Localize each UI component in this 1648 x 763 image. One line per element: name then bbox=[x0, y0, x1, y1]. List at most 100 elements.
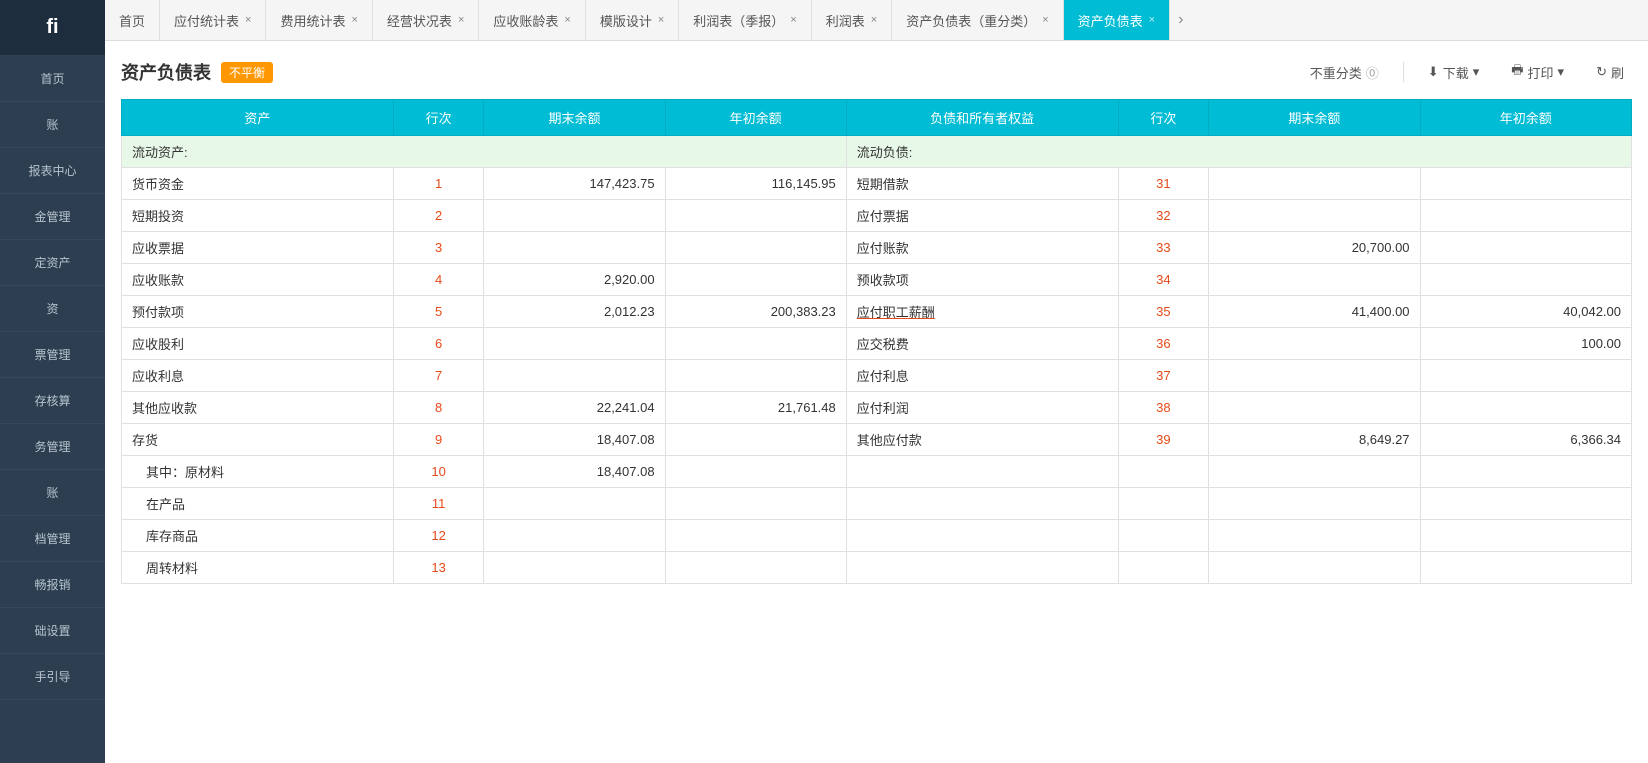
cell-begin-left bbox=[665, 456, 846, 488]
sidebar: fi 首页 账 报表中心 金管理 定资产 资 票管理 存核算 务管理 账 档管理… bbox=[0, 0, 105, 763]
tab-template-design[interactable]: 模版设计 × bbox=[586, 0, 679, 40]
sidebar-item-fund-mgmt[interactable]: 金管理 bbox=[0, 194, 105, 240]
sidebar-item-ticket-mgmt[interactable]: 票管理 bbox=[0, 332, 105, 378]
tab-income-quarterly-close[interactable]: × bbox=[790, 14, 796, 26]
cell-end-left: 147,423.75 bbox=[484, 168, 665, 200]
cell-liability-name: 预收款项 bbox=[846, 264, 1118, 296]
cell-begin-right: 6,366.34 bbox=[1420, 424, 1631, 456]
print-chevron-icon: ▾ bbox=[1558, 64, 1565, 80]
sidebar-logo: fi bbox=[0, 0, 105, 56]
cell-row-left: 4 bbox=[393, 264, 484, 296]
print-btn[interactable]: 🖶 打印 ▾ bbox=[1503, 57, 1572, 87]
cell-liability-name: 应付职工薪酬 bbox=[846, 296, 1118, 328]
sidebar-item-inventory[interactable]: 存核算 bbox=[0, 378, 105, 424]
tab-balance-label: 资产负债表 bbox=[1078, 11, 1143, 30]
cell-liability-name: 应付票据 bbox=[846, 200, 1118, 232]
sidebar-item-expense[interactable]: 畅报销 bbox=[0, 562, 105, 608]
tab-balance[interactable]: 资产负债表 × bbox=[1064, 0, 1170, 40]
tab-income-quarterly[interactable]: 利润表（季报） × bbox=[679, 0, 811, 40]
tab-expense-stats-close[interactable]: × bbox=[351, 14, 357, 26]
tab-ar-aging[interactable]: 应收账龄表 × bbox=[479, 0, 585, 40]
tab-ar-aging-label: 应收账龄表 bbox=[493, 11, 558, 30]
cell-begin-left bbox=[665, 488, 846, 520]
cell-end-right: 20,700.00 bbox=[1209, 232, 1420, 264]
cell-begin-right bbox=[1420, 488, 1631, 520]
cell-begin-left bbox=[665, 424, 846, 456]
cell-begin-right bbox=[1420, 168, 1631, 200]
th-end-balance-left: 期末余额 bbox=[484, 100, 665, 136]
cell-row-left: 10 bbox=[393, 456, 484, 488]
sidebar-item-home[interactable]: 首页 bbox=[0, 56, 105, 102]
tab-balance-reclassified-label: 资产负债表（重分类） bbox=[906, 11, 1036, 30]
cell-asset-name: 货币资金 bbox=[122, 168, 394, 200]
tab-template-design-close[interactable]: × bbox=[658, 14, 664, 26]
refresh-label: 刷 bbox=[1611, 63, 1624, 82]
sidebar-item-settings[interactable]: 础设置 bbox=[0, 608, 105, 654]
tab-home[interactable]: 首页 bbox=[105, 0, 160, 40]
help-icon[interactable]: ⓪ bbox=[1366, 63, 1379, 82]
cell-liability-name bbox=[846, 456, 1118, 488]
report-table: 资产 行次 期末余额 年初余额 负债和所有者权益 行次 期末余额 年初余额 流动… bbox=[121, 99, 1632, 584]
tab-ap-stats[interactable]: 应付统计表 × bbox=[160, 0, 266, 40]
tab-operations-close[interactable]: × bbox=[458, 14, 464, 26]
classify-btn[interactable]: 不重分类 ⓪ bbox=[1302, 59, 1387, 86]
sidebar-item-fixed-assets[interactable]: 定资产 bbox=[0, 240, 105, 286]
cell-row-left: 7 bbox=[393, 360, 484, 392]
sidebar-item-ledger[interactable]: 账 bbox=[0, 470, 105, 516]
cell-end-left bbox=[484, 552, 665, 584]
cell-row-left: 11 bbox=[393, 488, 484, 520]
sidebar-item-report-center[interactable]: 报表中心 bbox=[0, 148, 105, 194]
cell-row-right bbox=[1118, 552, 1209, 584]
cell-row-right: 32 bbox=[1118, 200, 1209, 232]
tab-expense-stats[interactable]: 费用统计表 × bbox=[266, 0, 372, 40]
cell-end-right bbox=[1209, 552, 1420, 584]
cell-end-right bbox=[1209, 360, 1420, 392]
cell-row-left: 13 bbox=[393, 552, 484, 584]
tab-income-close[interactable]: × bbox=[871, 14, 877, 26]
cell-row-left: 1 bbox=[393, 168, 484, 200]
table-row: 应收股利 6 应交税费 36 100.00 bbox=[122, 328, 1632, 360]
cell-end-right bbox=[1209, 456, 1420, 488]
tab-scroll-right[interactable]: › bbox=[1170, 0, 1191, 40]
sidebar-item-archive[interactable]: 档管理 bbox=[0, 516, 105, 562]
table-header-row: 资产 行次 期末余额 年初余额 负债和所有者权益 行次 期末余额 年初余额 bbox=[122, 100, 1632, 136]
cell-begin-left bbox=[665, 360, 846, 392]
page-header: 资产负债表 不平衡 不重分类 ⓪ ⬇ 下载 ▾ 🖶 打印 ▾ bbox=[121, 57, 1632, 87]
tab-balance-reclassified[interactable]: 资产负债表（重分类） × bbox=[892, 0, 1063, 40]
print-icon: 🖶 bbox=[1511, 61, 1523, 83]
table-row: 短期投资 2 应付票据 32 bbox=[122, 200, 1632, 232]
th-liability: 负债和所有者权益 bbox=[846, 100, 1118, 136]
cell-row-right: 38 bbox=[1118, 392, 1209, 424]
cell-begin-left bbox=[665, 328, 846, 360]
tab-income[interactable]: 利润表 × bbox=[812, 0, 892, 40]
tab-balance-close[interactable]: × bbox=[1149, 14, 1155, 26]
cell-row-right: 36 bbox=[1118, 328, 1209, 360]
tab-ar-aging-close[interactable]: × bbox=[564, 14, 570, 26]
cell-end-left: 18,407.08 bbox=[484, 456, 665, 488]
cell-end-right bbox=[1209, 328, 1420, 360]
sidebar-item-account[interactable]: 账 bbox=[0, 102, 105, 148]
cell-liability-name: 应交税费 bbox=[846, 328, 1118, 360]
section-label-right: 流动负债: bbox=[846, 136, 1631, 168]
cell-row-left: 5 bbox=[393, 296, 484, 328]
cell-asset-name: 应收票据 bbox=[122, 232, 394, 264]
refresh-btn[interactable]: ↻ 刷 bbox=[1588, 59, 1632, 86]
download-btn[interactable]: ⬇ 下载 ▾ bbox=[1420, 59, 1487, 86]
tab-balance-reclassified-close[interactable]: × bbox=[1042, 14, 1048, 26]
sidebar-item-capital[interactable]: 资 bbox=[0, 286, 105, 332]
cell-begin-right bbox=[1420, 200, 1631, 232]
sidebar-item-tax-mgmt[interactable]: 务管理 bbox=[0, 424, 105, 470]
tab-ap-stats-close[interactable]: × bbox=[245, 14, 251, 26]
cell-liability-name: 其他应付款 bbox=[846, 424, 1118, 456]
sidebar-item-guide[interactable]: 手引导 bbox=[0, 654, 105, 700]
cell-end-right bbox=[1209, 200, 1420, 232]
cell-end-left bbox=[484, 520, 665, 552]
tab-operations[interactable]: 经营状况表 × bbox=[373, 0, 479, 40]
cell-asset-name: 存货 bbox=[122, 424, 394, 456]
cell-begin-right bbox=[1420, 392, 1631, 424]
cell-asset-name: 预付款项 bbox=[122, 296, 394, 328]
cell-asset-name: 其中：原材料 bbox=[122, 456, 394, 488]
table-row: 在产品 11 bbox=[122, 488, 1632, 520]
cell-row-right bbox=[1118, 520, 1209, 552]
tab-template-design-label: 模版设计 bbox=[600, 11, 652, 30]
